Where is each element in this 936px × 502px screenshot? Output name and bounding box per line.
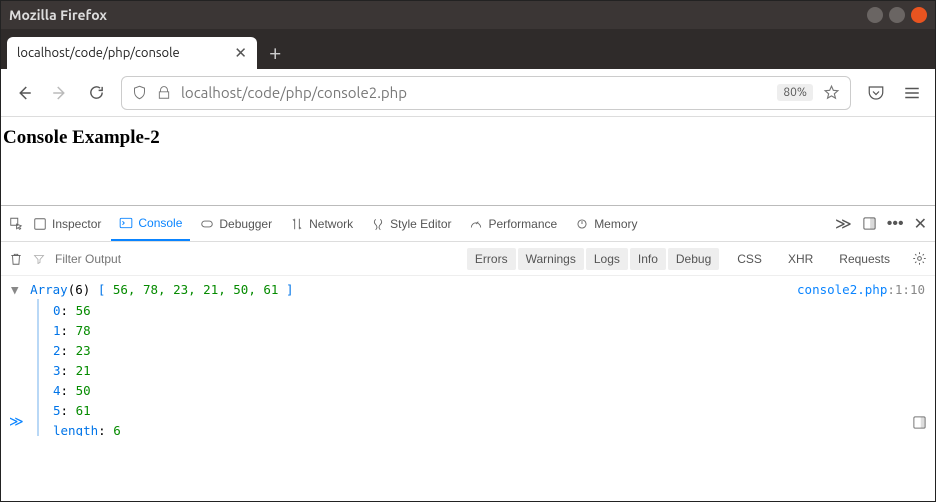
window-titlebar: Mozilla Firefox	[1, 1, 935, 29]
console-log-row[interactable]: ▼ Array(6) [ 56, 78, 23, 21, 50, 61 ] co…	[11, 282, 925, 297]
console-icon	[119, 216, 133, 230]
devtools-tabbar: Inspector Console Debugger Network Style…	[1, 206, 935, 242]
tab-debugger[interactable]: Debugger	[192, 206, 280, 241]
window-close-button[interactable]	[911, 7, 927, 23]
array-entry: 2: 23	[53, 341, 925, 361]
tab-memory[interactable]: Memory	[567, 206, 645, 241]
app-menu-button[interactable]	[901, 82, 923, 104]
gear-icon	[912, 251, 927, 266]
window-buttons	[867, 7, 927, 23]
back-button[interactable]	[13, 82, 35, 104]
tab-title: localhost/code/php/console	[17, 46, 228, 60]
url-text: localhost/code/php/console2.php	[181, 84, 767, 101]
array-length-entry: length: 6	[53, 421, 925, 436]
arrow-left-icon	[15, 84, 33, 102]
shield-icon	[132, 85, 147, 100]
caret-down-icon[interactable]: ▼	[11, 282, 19, 297]
page-heading: Console Example-2	[3, 127, 933, 149]
dock-icon[interactable]	[862, 216, 877, 231]
window-minimize-button[interactable]	[867, 7, 883, 23]
url-bar[interactable]: localhost/code/php/console2.php 80%	[121, 76, 851, 110]
window-title: Mozilla Firefox	[9, 7, 107, 23]
inspector-icon	[33, 217, 47, 231]
tab-debugger-label: Debugger	[219, 217, 272, 231]
console-output: ▼ Array(6) [ 56, 78, 23, 21, 50, 61 ] co…	[1, 276, 935, 436]
pocket-button[interactable]	[865, 82, 887, 104]
console-filter-row: Errors Warnings Logs Info Debug CSS XHR …	[1, 242, 935, 276]
star-icon[interactable]	[823, 84, 840, 101]
filter-input[interactable]	[55, 252, 457, 266]
tab-console-label: Console	[138, 216, 182, 230]
tab-memory-label: Memory	[594, 217, 637, 231]
array-entry: 5: 61	[53, 401, 925, 421]
array-entry: 0: 56	[53, 301, 925, 321]
performance-icon	[469, 217, 483, 231]
more-icon[interactable]: •••	[887, 215, 904, 233]
array-label: Array	[30, 282, 68, 297]
tab-network[interactable]: Network	[282, 206, 361, 241]
sidebar-toggle-icon[interactable]	[912, 415, 927, 430]
toggle-debug[interactable]: Debug	[668, 248, 719, 270]
browser-toolbar: localhost/code/php/console2.php 80%	[1, 69, 935, 117]
tab-inspector-label: Inspector	[52, 217, 101, 231]
zoom-badge[interactable]: 80%	[777, 84, 813, 101]
toggle-logs[interactable]: Logs	[586, 248, 628, 270]
memory-icon	[575, 217, 589, 231]
browser-tab[interactable]: localhost/code/php/console ✕	[7, 37, 257, 69]
toggle-warnings[interactable]: Warnings	[518, 248, 584, 270]
new-tab-button[interactable]: +	[269, 40, 281, 65]
console-prompt[interactable]: ≫	[9, 414, 24, 430]
overflow-icon[interactable]: ≫	[835, 214, 852, 234]
array-preview: 56, 78, 23, 21, 50, 61	[113, 282, 279, 297]
toggle-xhr[interactable]: XHR	[780, 248, 821, 270]
toggle-css[interactable]: CSS	[729, 248, 770, 270]
array-entry: 4: 50	[53, 381, 925, 401]
log-level-toggles: Errors Warnings Logs Info Debug	[467, 248, 719, 270]
toggle-errors[interactable]: Errors	[467, 248, 516, 270]
debugger-icon	[200, 217, 214, 231]
pocket-icon	[867, 84, 885, 102]
browser-tabbar: localhost/code/php/console ✕ +	[1, 29, 935, 69]
reload-button[interactable]	[85, 82, 107, 104]
tab-style-editor[interactable]: Style Editor	[363, 206, 459, 241]
network-icon	[290, 217, 304, 231]
devtools-close-icon[interactable]: ✕	[914, 214, 927, 234]
array-length: (6)	[68, 282, 91, 297]
close-tab-icon[interactable]: ✕	[234, 44, 247, 62]
reload-icon	[88, 84, 105, 101]
pick-element-button[interactable]	[9, 217, 23, 231]
tab-console[interactable]: Console	[111, 206, 190, 241]
console-source-link[interactable]: console2.php:1:10	[797, 282, 925, 297]
toggle-info[interactable]: Info	[630, 248, 666, 270]
tab-style-label: Style Editor	[390, 217, 451, 231]
arrow-right-icon	[51, 84, 69, 102]
style-icon	[371, 217, 385, 231]
array-entry: 3: 21	[53, 361, 925, 381]
tab-network-label: Network	[309, 217, 353, 231]
array-tree: 0: 561: 782: 233: 214: 505: 61length: 6▸…	[37, 299, 925, 436]
trash-icon	[9, 252, 23, 266]
array-entry: 1: 78	[53, 321, 925, 341]
devtools-panel: Inspector Console Debugger Network Style…	[1, 205, 935, 436]
tab-performance-label: Performance	[488, 217, 557, 231]
forward-button	[49, 82, 71, 104]
tab-inspector[interactable]: Inspector	[25, 206, 109, 241]
page-content: Console Example-2	[1, 117, 935, 159]
console-settings-button[interactable]	[912, 251, 927, 266]
hamburger-icon	[903, 84, 921, 102]
clear-console-button[interactable]	[9, 252, 23, 266]
lock-icon	[157, 86, 171, 100]
filter-icon	[33, 253, 45, 265]
toggle-requests[interactable]: Requests	[831, 248, 898, 270]
tab-performance[interactable]: Performance	[461, 206, 565, 241]
window-maximize-button[interactable]	[889, 7, 905, 23]
